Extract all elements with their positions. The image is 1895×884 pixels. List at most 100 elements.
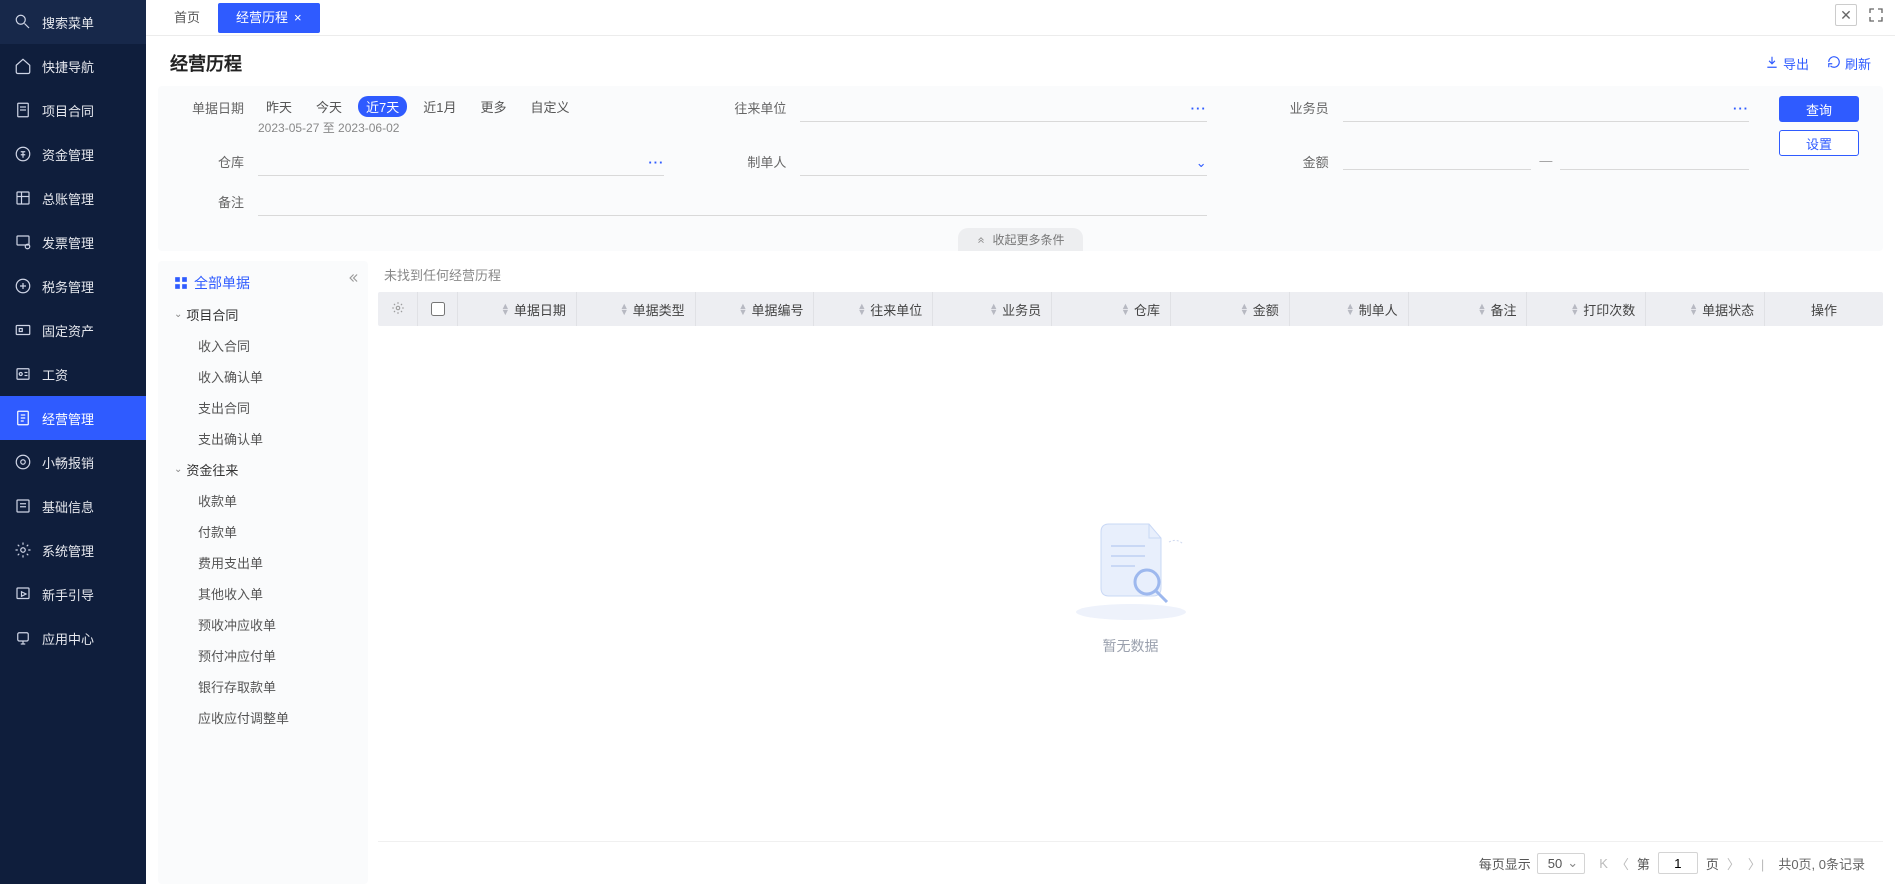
sort-icon[interactable]: ▲▼ <box>1121 303 1130 315</box>
sidebar-item-7[interactable]: 固定资产 <box>0 308 146 352</box>
doc-leaf[interactable]: 收入合同 <box>158 330 368 361</box>
sidebar-item-1[interactable]: 快捷导航 <box>0 44 146 88</box>
sidebar-item-14[interactable]: 应用中心 <box>0 616 146 660</box>
table-column-header[interactable]: ▲▼仓库 <box>1052 292 1171 326</box>
date-chip[interactable]: 今天 <box>308 96 350 117</box>
tab-bar: 首页经营历程× ✕ <box>146 0 1895 36</box>
date-chip[interactable]: 自定义 <box>523 96 578 117</box>
home-icon <box>14 57 32 75</box>
sidebar-item-10[interactable]: 小畅报销 <box>0 440 146 484</box>
sidebar-item-6[interactable]: 税务管理 <box>0 264 146 308</box>
doc-group-header[interactable]: ⌄项目合同 <box>158 299 368 330</box>
more-dots-icon[interactable]: ··· <box>1733 101 1749 116</box>
more-dots-icon[interactable]: ··· <box>648 155 664 170</box>
doc-leaf[interactable]: 银行存取款单 <box>158 671 368 702</box>
table-select-all-header[interactable] <box>418 292 458 326</box>
filter-remark-input[interactable] <box>258 190 1207 216</box>
tab-0[interactable]: 首页 <box>156 3 218 33</box>
table-column-header[interactable]: ▲▼单据状态 <box>1646 292 1765 326</box>
sort-icon[interactable]: ▲▼ <box>1689 303 1698 315</box>
sidebar-item-9[interactable]: 经营管理 <box>0 396 146 440</box>
doc-leaf[interactable]: 预收冲应收单 <box>158 609 368 640</box>
close-tab-button[interactable]: ✕ <box>1835 4 1857 26</box>
sort-icon[interactable]: ▲▼ <box>620 303 629 315</box>
filter-partner-input[interactable]: ··· <box>800 96 1206 122</box>
date-chip[interactable]: 近1月 <box>415 96 464 117</box>
close-icon[interactable]: × <box>294 3 302 33</box>
table-area: 未找到任何经营历程 ▲▼单据日期▲▼单据类型▲▼单据编号▲▼往来单位▲▼业务员▲… <box>378 261 1883 884</box>
doc-leaf[interactable]: 应收应付调整单 <box>158 702 368 733</box>
all-docs-button[interactable]: 全部单据 <box>158 273 368 299</box>
table-column-header[interactable]: ▲▼单据类型 <box>577 292 696 326</box>
sort-icon[interactable]: ▲▼ <box>501 303 510 315</box>
page-size-select[interactable]: 50 <box>1537 853 1585 874</box>
sort-icon[interactable]: ▲▼ <box>989 303 998 315</box>
sidebar-item-4[interactable]: 总账管理 <box>0 176 146 220</box>
table-column-header[interactable]: ▲▼制单人 <box>1290 292 1409 326</box>
doc-leaf[interactable]: 付款单 <box>158 516 368 547</box>
filter-amount-to-input[interactable] <box>1560 150 1749 170</box>
more-dots-icon[interactable]: ··· <box>1191 101 1207 116</box>
sort-icon[interactable]: ▲▼ <box>1240 303 1249 315</box>
sort-icon[interactable]: ▲▼ <box>1478 303 1487 315</box>
sort-icon[interactable]: ▲▼ <box>1570 303 1579 315</box>
sidebar-item-label: 发票管理 <box>42 233 94 252</box>
tab-1[interactable]: 经营历程× <box>218 3 320 33</box>
doc-leaf[interactable]: 其他收入单 <box>158 578 368 609</box>
sidebar-item-5[interactable]: 发票管理 <box>0 220 146 264</box>
expense-icon <box>14 453 32 471</box>
collapse-filter-button[interactable]: 收起更多条件 <box>958 228 1082 251</box>
export-button[interactable]: 导出 <box>1765 54 1809 73</box>
doc-leaf[interactable]: 支出确认单 <box>158 423 368 454</box>
table-column-header[interactable]: 操作 <box>1765 292 1883 326</box>
refresh-button[interactable]: 刷新 <box>1827 54 1871 73</box>
pager-next-button[interactable]: 〉 <box>1727 854 1740 873</box>
doc-leaf[interactable]: 预付冲应付单 <box>158 640 368 671</box>
page-size-label: 每页显示 <box>1479 854 1531 873</box>
page-title: 经营历程 <box>170 50 242 76</box>
filter-warehouse-input[interactable]: ··· <box>258 150 664 176</box>
date-chip[interactable]: 更多 <box>473 96 515 117</box>
select-all-checkbox[interactable] <box>431 302 445 316</box>
filter-amount-from-input[interactable] <box>1343 150 1532 170</box>
pager-prev-button[interactable]: 〈 <box>1616 854 1629 873</box>
table-column-label: 打印次数 <box>1583 300 1635 319</box>
doc-leaf[interactable]: 收入确认单 <box>158 361 368 392</box>
doc-leaf[interactable]: 支出合同 <box>158 392 368 423</box>
table-column-header[interactable]: ▲▼往来单位 <box>814 292 933 326</box>
date-chip[interactable]: 昨天 <box>258 96 300 117</box>
table-column-header[interactable]: ▲▼ 金额 <box>1171 292 1290 326</box>
doc-leaf[interactable]: 费用支出单 <box>158 547 368 578</box>
doc-leaf[interactable]: 收款单 <box>158 485 368 516</box>
table-column-header[interactable]: ▲▼单据日期 <box>458 292 577 326</box>
sidebar-item-8[interactable]: 工资 <box>0 352 146 396</box>
filter-creator-select[interactable]: ⌄ <box>800 150 1206 176</box>
sidebar-item-2[interactable]: 项目合同 <box>0 88 146 132</box>
sort-icon[interactable]: ▲▼ <box>1346 303 1355 315</box>
table-column-header[interactable]: ▲▼ 打印次数 <box>1527 292 1646 326</box>
sort-icon[interactable]: ▲▼ <box>739 303 748 315</box>
pager-first-button[interactable]: K <box>1599 856 1608 871</box>
pager-last-button[interactable]: 〉| <box>1748 854 1764 873</box>
table-column-header[interactable]: ▲▼单据编号 <box>696 292 815 326</box>
pager-page-input[interactable] <box>1658 852 1698 874</box>
table-column-header[interactable]: ▲▼备注 <box>1409 292 1528 326</box>
fullscreen-icon[interactable] <box>1863 4 1889 26</box>
table-settings-header[interactable] <box>378 292 418 326</box>
filter-salesman-input[interactable]: ··· <box>1343 96 1749 122</box>
sidebar-item-0[interactable]: 搜索菜单 <box>0 0 146 44</box>
sidebar-item-12[interactable]: 系统管理 <box>0 528 146 572</box>
query-button[interactable]: 查询 <box>1779 96 1859 122</box>
table-column-label: 金额 <box>1253 300 1279 319</box>
empty-illustration-icon <box>1061 512 1201 622</box>
settings-button[interactable]: 设置 <box>1779 130 1859 156</box>
table-column-header[interactable]: ▲▼业务员 <box>933 292 1052 326</box>
sidebar-item-3[interactable]: 资金管理 <box>0 132 146 176</box>
doc-group-header[interactable]: ⌄资金往来 <box>158 454 368 485</box>
panel-collapse-button[interactable] <box>346 271 360 288</box>
sidebar-item-13[interactable]: 新手引导 <box>0 572 146 616</box>
app-icon <box>14 629 32 647</box>
date-chip[interactable]: 近7天 <box>358 96 407 117</box>
sidebar-item-11[interactable]: 基础信息 <box>0 484 146 528</box>
sort-icon[interactable]: ▲▼ <box>857 303 866 315</box>
